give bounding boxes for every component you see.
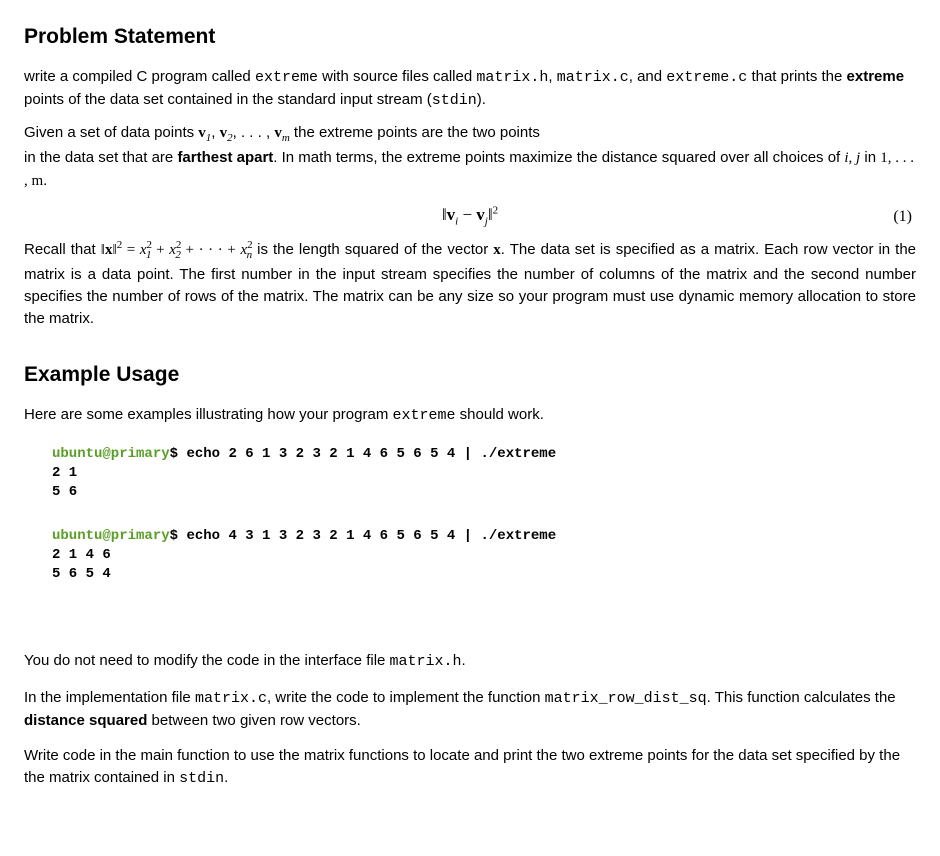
terminal-output-line: 2 1 4 6 xyxy=(52,547,111,563)
text: in the data set that are xyxy=(24,149,177,166)
equation-center: ‖vi − vj‖2 xyxy=(442,203,498,230)
text: In the implementation file xyxy=(24,689,195,706)
text: is the length squared of the vector xyxy=(252,241,493,258)
text: should work. xyxy=(456,406,544,423)
heading-example-usage: Example Usage xyxy=(24,360,916,390)
recall-paragraph: Recall that ‖x‖2 = x21 + x22 + · · · + x… xyxy=(24,238,916,329)
code-matrix-c: matrix.c xyxy=(195,690,267,707)
math-v2: v xyxy=(220,125,228,141)
text: the extreme points are the two points xyxy=(290,124,540,141)
text: . xyxy=(224,769,228,786)
code-matrix-c: matrix.c xyxy=(557,69,629,86)
math-sub: m xyxy=(282,132,290,144)
equation-number: (1) xyxy=(893,205,912,228)
code-extreme-c: extreme.c xyxy=(666,69,747,86)
given-paragraph: Given a set of data points v1, v2, . . .… xyxy=(24,122,916,192)
bold-extreme: extreme xyxy=(847,68,905,85)
bold-dist-sq: distance squared xyxy=(24,712,147,729)
note-matrix-h: You do not need to modify the code in th… xyxy=(24,650,916,673)
code-stdin: stdin xyxy=(432,92,477,109)
text: Recall that xyxy=(24,241,101,258)
terminal-command: echo 2 6 1 3 2 3 2 1 4 6 5 6 5 4 | ./ext… xyxy=(186,446,556,462)
text: write a compiled C program called xyxy=(24,68,255,85)
terminal-output-line: 5 6 xyxy=(52,484,77,500)
text: in xyxy=(860,149,880,166)
terminal-dollar: $ xyxy=(170,446,187,462)
code-extreme: extreme xyxy=(393,407,456,424)
math-vj: v xyxy=(476,205,485,224)
text: , and xyxy=(629,68,667,85)
heading-problem-statement: Problem Statement xyxy=(24,22,916,52)
text: Given a set of data points xyxy=(24,124,198,141)
math-vm: v xyxy=(274,125,282,141)
plus: + xyxy=(152,242,170,258)
note-matrix-c: In the implementation file matrix.c, wri… xyxy=(24,687,916,732)
terminal-prompt: ubuntu@primary xyxy=(52,528,170,544)
text: . This function calculates the xyxy=(707,689,896,706)
text: that prints the xyxy=(747,68,846,85)
text: Here are some examples illustrating how … xyxy=(24,406,393,423)
text: Write code in the main function to use t… xyxy=(24,747,900,786)
terminal-dollar: $ xyxy=(170,528,187,544)
code-extreme: extreme xyxy=(255,69,318,86)
text: , . . . , xyxy=(233,124,275,141)
math-ij: i, j xyxy=(844,150,860,166)
code-matrix-h: matrix.h xyxy=(390,653,462,670)
terminal-prompt: ubuntu@primary xyxy=(52,446,170,462)
bold-farthest: farthest apart xyxy=(177,149,273,166)
text: , xyxy=(548,68,556,85)
intro-paragraph: write a compiled C program called extrem… xyxy=(24,66,916,112)
note-main: Write code in the main function to use t… xyxy=(24,745,916,790)
math-vi: v xyxy=(447,205,456,224)
terminal-command: echo 4 3 1 3 2 3 2 1 4 6 5 6 5 4 | ./ext… xyxy=(186,528,556,544)
text: ). xyxy=(477,91,486,108)
terminal-output-line: 5 6 5 4 xyxy=(52,566,111,582)
text: . In math terms, the extreme points maxi… xyxy=(273,149,844,166)
code-stdin: stdin xyxy=(179,770,224,787)
text: You do not need to modify the code in th… xyxy=(24,652,390,669)
text: , write the code to implement the functi… xyxy=(267,689,545,706)
plus-dots: + · · · + xyxy=(181,242,241,258)
equals: = xyxy=(122,242,140,258)
terminal-example-2: ubuntu@primary$ echo 4 3 1 3 2 3 2 1 4 6… xyxy=(52,527,916,584)
code-function-name: matrix_row_dist_sq xyxy=(545,690,707,707)
text: . xyxy=(462,652,466,669)
text: between two given row vectors. xyxy=(147,712,360,729)
text: , xyxy=(211,124,219,141)
terminal-example-1: ubuntu@primary$ echo 2 6 1 3 2 3 2 1 4 6… xyxy=(52,445,916,502)
minus: − xyxy=(458,205,476,224)
math-v1: v xyxy=(198,125,206,141)
terminal-output-line: 2 1 xyxy=(52,465,77,481)
code-matrix-h: matrix.h xyxy=(476,69,548,86)
text: . xyxy=(43,172,47,189)
example-intro: Here are some examples illustrating how … xyxy=(24,404,916,427)
text: points of the data set contained in the … xyxy=(24,91,432,108)
equation-display: ‖vi − vj‖2 (1) xyxy=(24,202,916,230)
math-sup: 2 xyxy=(493,204,499,216)
math-xvec: x xyxy=(493,242,501,258)
text: with source files called xyxy=(318,68,476,85)
